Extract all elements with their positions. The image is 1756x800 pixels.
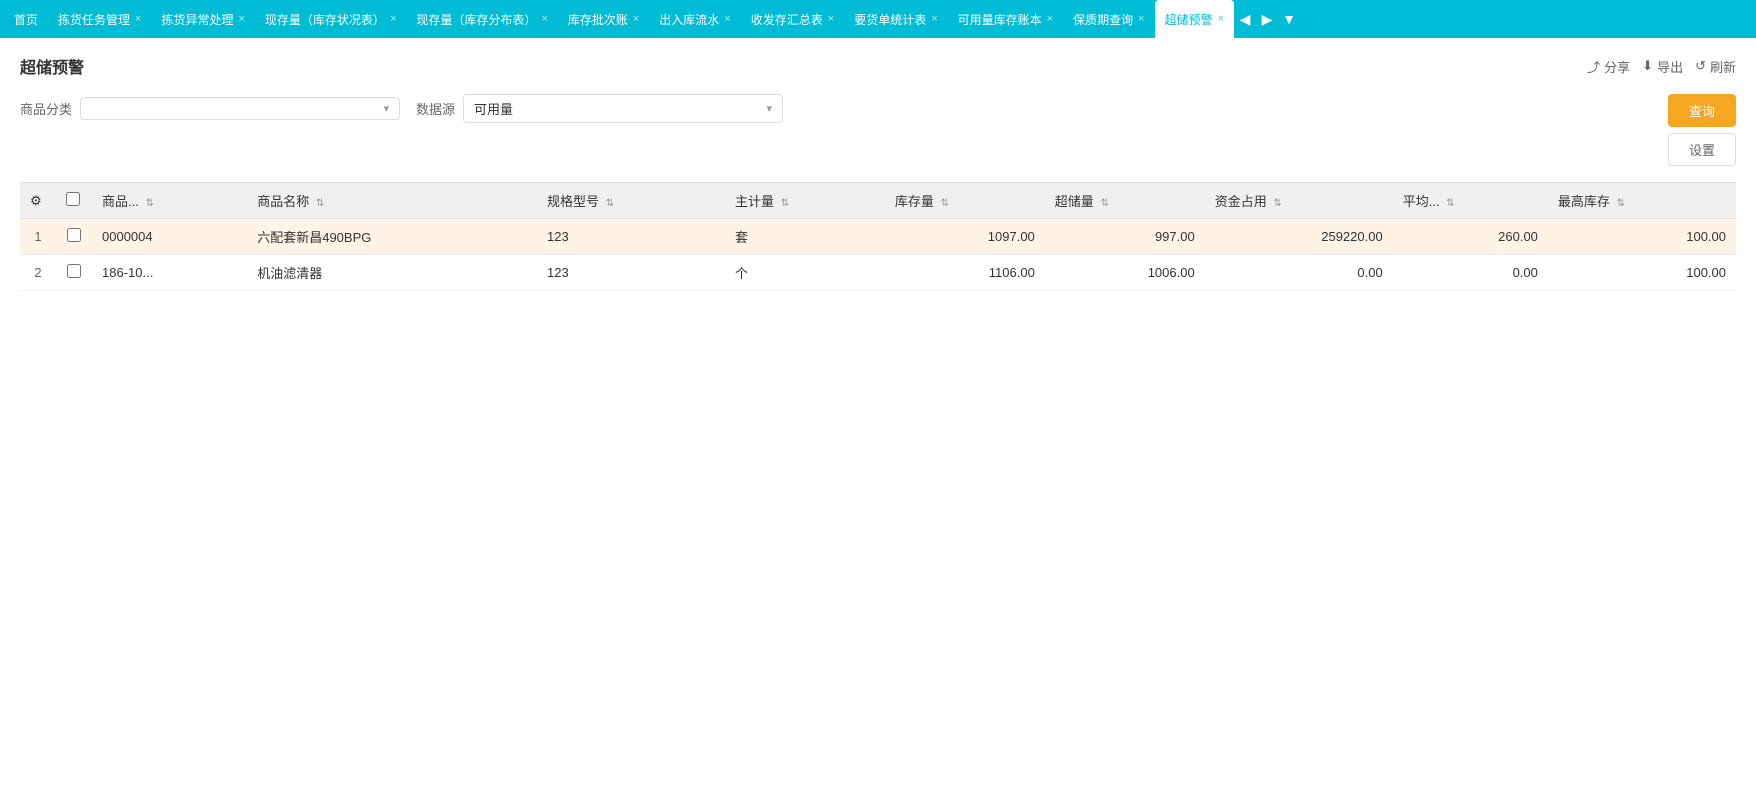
col-product-code-header[interactable]: 商品... ⇅ xyxy=(92,183,247,219)
nav-next-arrow[interactable]: ▶ xyxy=(1256,0,1278,38)
cell-spec-0: 123 xyxy=(537,219,725,255)
row-checkbox-cell-1[interactable] xyxy=(56,255,92,291)
close-tab-order-stat[interactable]: × xyxy=(931,13,937,25)
nav-more-arrow[interactable]: ▼ xyxy=(1278,0,1300,38)
close-tab-overstock[interactable]: × xyxy=(1218,13,1224,25)
col-unit-header[interactable]: 主计量 ⇅ xyxy=(725,183,885,219)
cell-avg-0: 260.00 xyxy=(1393,219,1548,255)
cell-product-name-0: 六配套新昌490BPG xyxy=(247,219,537,255)
cell-unit-1: 个 xyxy=(725,255,885,291)
category-select[interactable]: ▾ xyxy=(80,97,400,120)
table-row: 1 0000004 六配套新昌490BPG 123 套 1097.00 997.… xyxy=(20,219,1736,255)
sort-icon-overstock: ⇅ xyxy=(1100,198,1108,209)
close-tab-batch[interactable]: × xyxy=(633,13,639,25)
nav-tab-overstock[interactable]: 超储预警 × xyxy=(1155,0,1234,38)
export-button[interactable]: ⬇ 导出 xyxy=(1642,57,1683,76)
col-spec-header[interactable]: 规格型号 ⇅ xyxy=(537,183,725,219)
category-label: 商品分类 xyxy=(20,99,72,118)
nav-tab-batch[interactable]: 库存批次账 × xyxy=(558,0,649,38)
col-capital-header[interactable]: 资金占用 ⇅ xyxy=(1205,183,1393,219)
nav-tab-inventory-status[interactable]: 现存量（库存状况表） × xyxy=(255,0,406,38)
cell-overstock-0: 997.00 xyxy=(1045,219,1205,255)
row-checkbox-cell-0[interactable] xyxy=(56,219,92,255)
cell-product-code-1: 186-10... xyxy=(92,255,247,291)
page-title: 超储预警 xyxy=(20,54,84,78)
col-overstock-header[interactable]: 超储量 ⇅ xyxy=(1045,183,1205,219)
cell-stock-1: 1106.00 xyxy=(885,255,1045,291)
nav-tab-order-stat[interactable]: 要货单统计表 × xyxy=(844,0,947,38)
row-checkbox-1[interactable] xyxy=(67,264,81,278)
query-button[interactable]: 查询 xyxy=(1668,94,1736,127)
close-tab-abnormal[interactable]: × xyxy=(238,13,244,25)
nav-prev-arrow[interactable]: ◀ xyxy=(1234,0,1256,38)
page-content: 超储预警 ⤴ 分享 ⬇ 导出 ↺ 刷新 商品分类 xyxy=(0,38,1756,800)
cell-unit-0: 套 xyxy=(725,219,885,255)
gear-icon: ⚙ xyxy=(30,193,42,208)
datasource-select[interactable]: 可用量 ▾ xyxy=(463,94,783,123)
cell-product-code-0: 0000004 xyxy=(92,219,247,255)
col-stock-header[interactable]: 库存量 ⇅ xyxy=(885,183,1045,219)
cell-avg-1: 0.00 xyxy=(1393,255,1548,291)
row-gear-0: 1 xyxy=(20,219,56,255)
sort-icon-capital: ⇅ xyxy=(1273,198,1281,209)
cell-product-name-1: 机油滤清器 xyxy=(247,255,537,291)
nav-tab-task-mgmt[interactable]: 拣货任务管理 × xyxy=(48,0,151,38)
cell-spec-1: 123 xyxy=(537,255,725,291)
nav-tab-available-inv[interactable]: 可用量库存账本 × xyxy=(948,0,1063,38)
nav-tab-inventory-dist[interactable]: 现存量（库存分布表） × xyxy=(406,0,557,38)
row-gear-1: 2 xyxy=(20,255,56,291)
select-all-checkbox[interactable] xyxy=(66,192,80,206)
nav-tab-home[interactable]: 首页 xyxy=(4,0,48,38)
close-tab-task-mgmt[interactable]: × xyxy=(135,13,141,25)
category-filter: 商品分类 ▾ xyxy=(20,97,400,120)
sort-icon-spec: ⇅ xyxy=(606,198,614,209)
table-header-row: ⚙ 商品... ⇅ 商品名称 ⇅ 规格型号 ⇅ 主计量 xyxy=(20,183,1736,219)
sort-icon-product-name: ⇅ xyxy=(316,198,324,209)
col-checkbox-header[interactable] xyxy=(56,183,92,219)
col-product-name-header[interactable]: 商品名称 ⇅ xyxy=(247,183,537,219)
overstock-table: ⚙ 商品... ⇅ 商品名称 ⇅ 规格型号 ⇅ 主计量 xyxy=(20,182,1736,291)
share-button[interactable]: ⤴ 分享 xyxy=(1587,57,1630,76)
sort-icon-max-stock: ⇅ xyxy=(1617,198,1625,209)
refresh-button[interactable]: ↺ 刷新 xyxy=(1695,57,1736,76)
cell-overstock-1: 1006.00 xyxy=(1045,255,1205,291)
cell-max-stock-0: 100.00 xyxy=(1548,219,1736,255)
nav-tab-inout-flow[interactable]: 出入库流水 × xyxy=(649,0,740,38)
col-max-stock-header[interactable]: 最高库存 ⇅ xyxy=(1548,183,1736,219)
sort-icon-unit: ⇅ xyxy=(781,198,789,209)
settings-button[interactable]: 设置 xyxy=(1668,133,1736,166)
table-row: 2 186-10... 机油滤清器 123 个 1106.00 1006.00 … xyxy=(20,255,1736,291)
row-checkbox-0[interactable] xyxy=(67,228,81,242)
cell-max-stock-1: 100.00 xyxy=(1548,255,1736,291)
cell-stock-0: 1097.00 xyxy=(885,219,1045,255)
category-dropdown-arrow: ▾ xyxy=(383,102,389,115)
sort-icon-avg: ⇅ xyxy=(1446,198,1454,209)
cell-capital-1: 0.00 xyxy=(1205,255,1393,291)
datasource-value: 可用量 xyxy=(474,99,513,118)
datasource-label: 数据源 xyxy=(416,99,455,118)
sort-icon-stock: ⇅ xyxy=(941,198,949,209)
nav-tab-expiry[interactable]: 保质期查询 × xyxy=(1063,0,1154,38)
datasource-dropdown-arrow: ▾ xyxy=(767,102,773,115)
col-gear-header[interactable]: ⚙ xyxy=(20,183,56,219)
share-icon: ⤴ xyxy=(1587,57,1600,76)
export-icon: ⬇ xyxy=(1642,58,1653,74)
close-tab-inventory-dist[interactable]: × xyxy=(541,13,547,25)
close-tab-collect[interactable]: × xyxy=(828,13,834,25)
close-tab-inout-flow[interactable]: × xyxy=(724,13,730,25)
refresh-icon: ↺ xyxy=(1695,58,1706,74)
sort-icon-product-code: ⇅ xyxy=(145,198,153,209)
nav-tab-collect[interactable]: 收发存汇总表 × xyxy=(741,0,844,38)
close-tab-expiry[interactable]: × xyxy=(1138,13,1144,25)
cell-capital-0: 259220.00 xyxy=(1205,219,1393,255)
top-navigation: 首页 拣货任务管理 × 拣货异常处理 × 现存量（库存状况表） × 现存量（库存… xyxy=(0,0,1756,38)
close-tab-available-inv[interactable]: × xyxy=(1047,13,1053,25)
col-avg-header[interactable]: 平均... ⇅ xyxy=(1393,183,1548,219)
close-tab-inventory-status[interactable]: × xyxy=(390,13,396,25)
nav-tab-abnormal[interactable]: 拣货异常处理 × xyxy=(151,0,254,38)
page-header: 超储预警 ⤴ 分享 ⬇ 导出 ↺ 刷新 xyxy=(20,54,1736,78)
header-actions: ⤴ 分享 ⬇ 导出 ↺ 刷新 xyxy=(1587,57,1736,76)
datasource-filter: 数据源 可用量 ▾ xyxy=(416,94,783,123)
